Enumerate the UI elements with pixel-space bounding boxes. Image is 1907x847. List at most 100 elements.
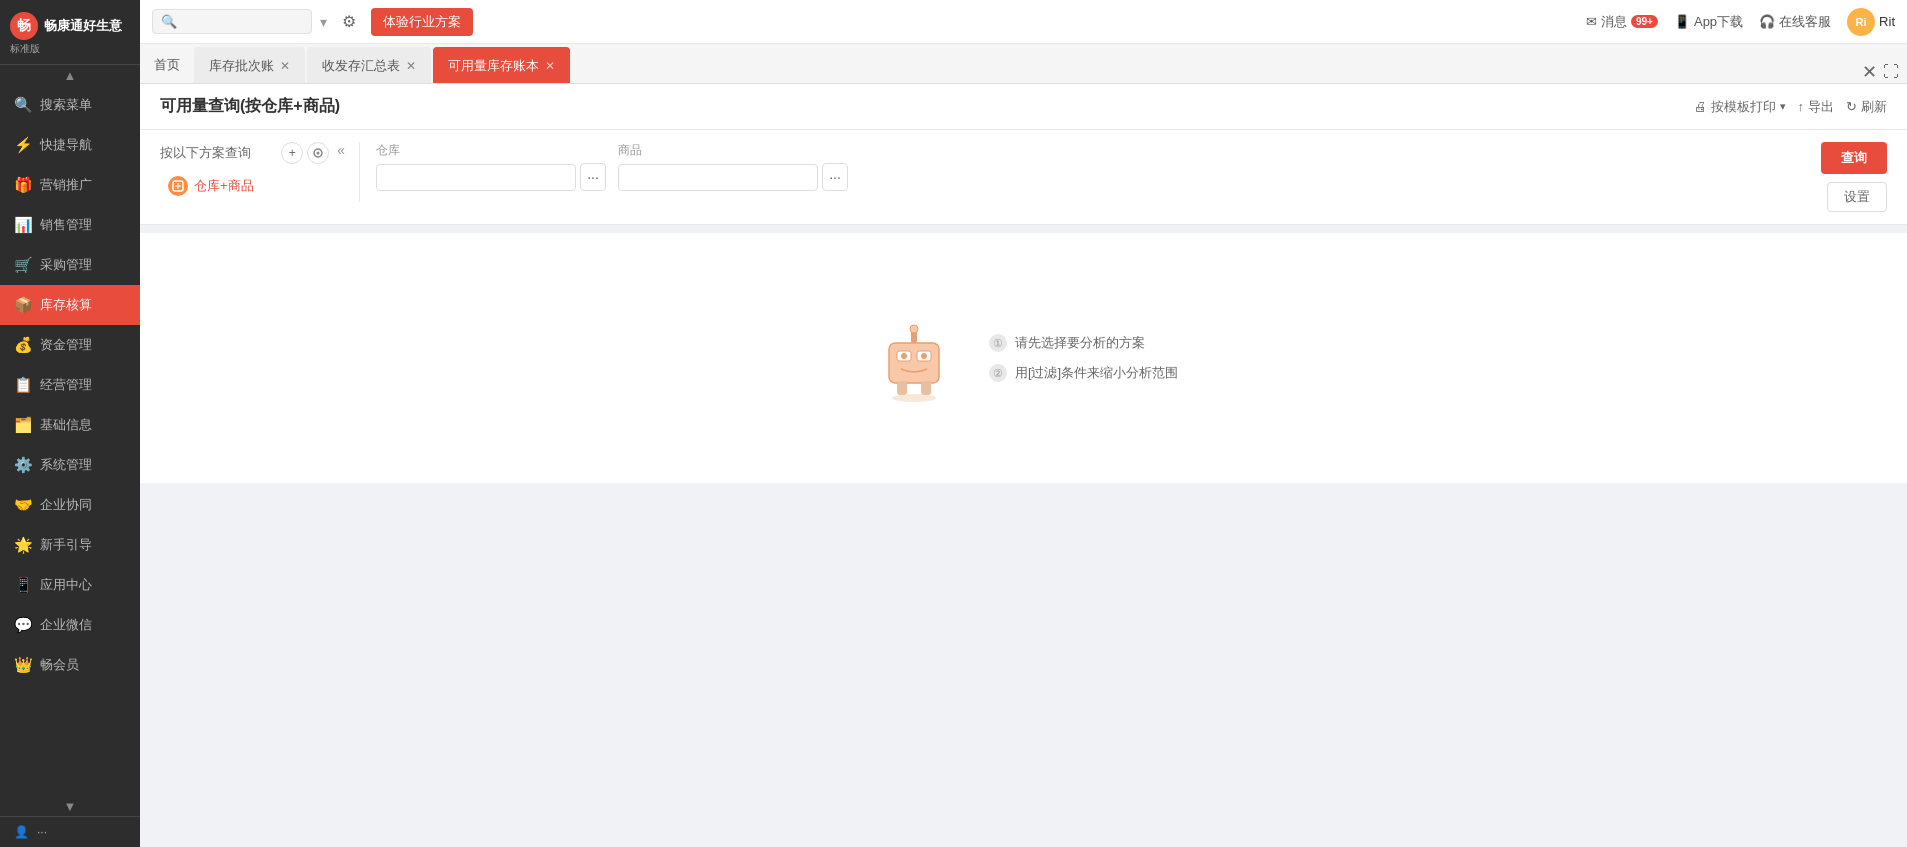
- sidebar-item-label: 基础信息: [40, 416, 92, 434]
- page-content: 可用量查询(按仓库+商品) 🖨 按模板打印 ▾ ↑ 导出 ↻ 刷新: [140, 84, 1907, 847]
- sidebar-item-shortcut[interactable]: ⚡ 快捷导航: [0, 125, 140, 165]
- svg-point-12: [892, 394, 936, 402]
- topbar: 🔍 ▾ ⚙ 体验行业方案 ✉ 消息 99+ 📱 App下载 🎧 在线客服 Ri …: [140, 0, 1907, 44]
- svg-rect-11: [921, 381, 931, 395]
- topbar-search-box[interactable]: 🔍: [152, 9, 312, 34]
- user-avatar-small: 👤: [14, 825, 29, 839]
- query-button[interactable]: 查询: [1821, 142, 1887, 174]
- tab-receive-summary-close[interactable]: ✕: [406, 59, 416, 73]
- sidebar-scroll-down[interactable]: ▼: [0, 796, 140, 816]
- search-icon: 🔍: [14, 96, 32, 114]
- user-profile[interactable]: Ri Rit: [1847, 8, 1895, 36]
- wechat-icon: 💬: [14, 616, 32, 634]
- add-scheme-button[interactable]: +: [281, 142, 303, 164]
- svg-point-9: [910, 325, 918, 333]
- empty-state-content: ① 请先选择要分析的方案 ② 用[过滤]条件来缩小分析范围: [869, 313, 1178, 403]
- warehouse-filter-input-row: ···: [376, 163, 606, 191]
- sidebar-item-enterprise[interactable]: 🤝 企业协同: [0, 485, 140, 525]
- warehouse-more-button[interactable]: ···: [580, 163, 606, 191]
- svg-rect-10: [897, 381, 907, 395]
- app-name: 畅康通好生意: [44, 17, 122, 35]
- industry-solution-button[interactable]: 体验行业方案: [371, 8, 473, 36]
- scheme-settings-button[interactable]: [307, 142, 329, 164]
- online-service-button[interactable]: 🎧 在线客服: [1759, 13, 1831, 31]
- message-button[interactable]: ✉ 消息 99+: [1586, 13, 1658, 31]
- app-logo-icon: 畅: [10, 12, 38, 40]
- tab-home[interactable]: 首页: [140, 47, 194, 83]
- sidebar-user-bottom[interactable]: 👤 ···: [0, 816, 140, 847]
- sidebar-header: 畅 畅康通好生意 标准版: [0, 0, 140, 65]
- sidebar-scroll-up[interactable]: ▲: [0, 65, 140, 85]
- sidebar-item-newcomer[interactable]: 🌟 新手引导: [0, 525, 140, 565]
- tab-batch-ledger[interactable]: 库存批次账 ✕: [194, 47, 305, 83]
- scheme-panel: 按以下方案查询 + « 仓库+商品: [160, 142, 360, 202]
- scheme-item-warehouse-product[interactable]: 仓库+商品: [160, 170, 349, 202]
- sidebar-item-wechat[interactable]: 💬 企业微信: [0, 605, 140, 645]
- tab-batch-ledger-label: 库存批次账: [209, 57, 274, 75]
- tabs-bar: 首页 库存批次账 ✕ 收发存汇总表 ✕ 可用量库存账本 ✕ ✕ ⛶: [140, 44, 1907, 84]
- page-header: 可用量查询(按仓库+商品) 🖨 按模板打印 ▾ ↑ 导出 ↻ 刷新: [140, 84, 1907, 130]
- app-logo-row: 畅 畅康通好生意: [10, 12, 130, 40]
- tip-text-1: 请先选择要分析的方案: [1015, 334, 1145, 352]
- sidebar-item-sales[interactable]: 📊 销售管理: [0, 205, 140, 245]
- sidebar-item-label: 畅会员: [40, 656, 79, 674]
- sidebar-item-search[interactable]: 🔍 搜索菜单: [0, 85, 140, 125]
- topbar-dropdown-arrow[interactable]: ▾: [320, 14, 327, 30]
- collapse-scheme-panel-button[interactable]: «: [333, 142, 349, 164]
- query-section: 按以下方案查询 + « 仓库+商品: [160, 142, 1887, 212]
- svg-rect-3: [889, 343, 939, 383]
- sidebar-item-basic[interactable]: 🗂️ 基础信息: [0, 405, 140, 445]
- tab-available-ledger[interactable]: 可用量库存账本 ✕: [433, 47, 570, 83]
- refresh-button[interactable]: ↻ 刷新: [1846, 98, 1887, 116]
- export-label: 导出: [1808, 98, 1834, 116]
- print-template-button[interactable]: 🖨 按模板打印 ▾: [1694, 98, 1786, 116]
- scheme-panel-actions: + «: [281, 142, 349, 164]
- sidebar-item-inventory[interactable]: 📦 库存核算: [0, 285, 140, 325]
- app-download-button[interactable]: 📱 App下载: [1674, 13, 1743, 31]
- tab-receive-summary[interactable]: 收发存汇总表 ✕: [307, 47, 431, 83]
- tip-num-2: ②: [989, 364, 1007, 382]
- sidebar-item-label: 资金管理: [40, 336, 92, 354]
- export-button[interactable]: ↑ 导出: [1798, 98, 1835, 116]
- sidebar-nav: 🔍 搜索菜单 ⚡ 快捷导航 🎁 营销推广 📊 销售管理 🛒 采购管理 📦 库存核…: [0, 85, 140, 796]
- export-icon: ↑: [1798, 99, 1805, 114]
- sidebar-item-vip[interactable]: 👑 畅会员: [0, 645, 140, 685]
- sidebar-item-system[interactable]: ⚙️ 系统管理: [0, 445, 140, 485]
- sidebar-item-label: 企业协同: [40, 496, 92, 514]
- sidebar-item-label: 营销推广: [40, 176, 92, 194]
- empty-tip-1: ① 请先选择要分析的方案: [989, 334, 1178, 352]
- sidebar-item-fund[interactable]: 💰 资金管理: [0, 325, 140, 365]
- sidebar-item-label: 新手引导: [40, 536, 92, 554]
- tab-batch-ledger-close[interactable]: ✕: [280, 59, 290, 73]
- message-badge: 99+: [1631, 15, 1658, 28]
- gear-button[interactable]: ⚙: [335, 8, 363, 36]
- tab-available-ledger-label: 可用量库存账本: [448, 57, 539, 75]
- tip-text-2: 用[过滤]条件来缩小分析范围: [1015, 364, 1178, 382]
- print-dropdown-icon[interactable]: ▾: [1780, 100, 1786, 113]
- print-icon: 🖨: [1694, 99, 1707, 114]
- product-input[interactable]: [618, 164, 818, 191]
- svg-point-6: [901, 353, 907, 359]
- empty-tip-2: ② 用[过滤]条件来缩小分析范围: [989, 364, 1178, 382]
- sidebar-item-appcenter[interactable]: 📱 应用中心: [0, 565, 140, 605]
- sidebar-item-business[interactable]: 📋 经营管理: [0, 365, 140, 405]
- sidebar-item-label: 库存核算: [40, 296, 92, 314]
- page-header-actions: 🖨 按模板打印 ▾ ↑ 导出 ↻ 刷新: [1694, 98, 1888, 116]
- print-label: 按模板打印: [1711, 98, 1776, 116]
- expand-tabs-button[interactable]: ⛶: [1883, 63, 1899, 81]
- online-service-label: 在线客服: [1779, 13, 1831, 31]
- shortcut-icon: ⚡: [14, 136, 32, 154]
- warehouse-input[interactable]: [376, 164, 576, 191]
- sidebar-item-label: 系统管理: [40, 456, 92, 474]
- avatar: Ri: [1847, 8, 1875, 36]
- product-filter-group: 商品 ···: [618, 142, 848, 191]
- tab-available-ledger-close[interactable]: ✕: [545, 59, 555, 73]
- user-name: Rit: [1879, 14, 1895, 29]
- search-input[interactable]: [181, 15, 291, 29]
- close-all-tabs-button[interactable]: ✕: [1862, 61, 1877, 83]
- sidebar-item-purchase[interactable]: 🛒 采购管理: [0, 245, 140, 285]
- settings-button[interactable]: 设置: [1827, 182, 1887, 212]
- product-more-button[interactable]: ···: [822, 163, 848, 191]
- clipboard-icon: 📋: [14, 376, 32, 394]
- sidebar-item-marketing[interactable]: 🎁 营销推广: [0, 165, 140, 205]
